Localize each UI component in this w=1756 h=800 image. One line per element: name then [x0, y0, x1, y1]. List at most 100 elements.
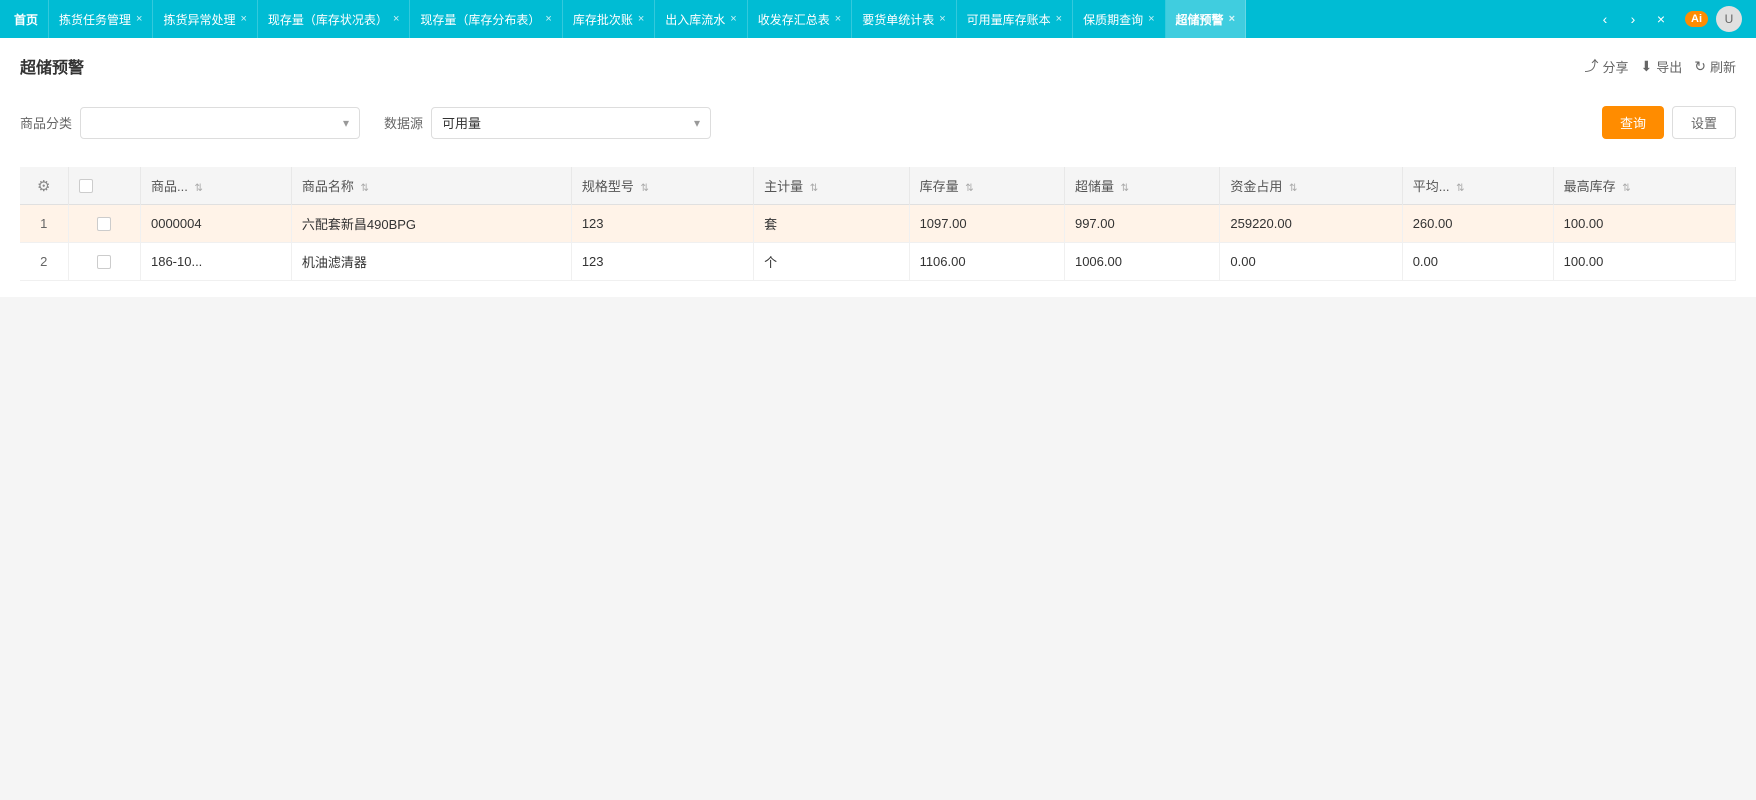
product-category-arrow-icon: ▾: [343, 116, 349, 130]
data-source-label: 数据源: [384, 113, 423, 132]
col-unit-label: 主计量: [764, 179, 803, 194]
col-product-name-label: 商品名称: [302, 179, 354, 194]
col-avg[interactable]: 平均... ⇅: [1402, 167, 1553, 205]
cell-overstock: 997.00: [1064, 205, 1219, 243]
col-product-code[interactable]: 商品... ⇅: [140, 167, 291, 205]
col-unit-sort-icon: ⇅: [810, 183, 818, 194]
col-max-stock[interactable]: 最高库存 ⇅: [1553, 167, 1735, 205]
nav-tab-pick-exception-label: 拣货异常处理: [163, 11, 235, 28]
nav-tab-shelf-life-label: 保质期查询: [1083, 11, 1143, 28]
nav-close-all-button[interactable]: ×: [1647, 0, 1675, 38]
nav-tab-home-label: 首页: [14, 11, 38, 28]
col-capital-usage[interactable]: 资金占用 ⇅: [1220, 167, 1402, 205]
cell-capital-usage: 259220.00: [1220, 205, 1402, 243]
table-row: 10000004六配套新昌490BPG123套1097.00997.002592…: [20, 205, 1736, 243]
query-button[interactable]: 查询: [1602, 106, 1664, 139]
share-label: 分享: [1602, 57, 1628, 76]
data-table: ⚙ 商品... ⇅ 商品名称 ⇅ 规格型号 ⇅ 主计量: [20, 167, 1736, 281]
col-spec-label: 规格型号: [582, 179, 634, 194]
col-spec-sort-icon: ⇅: [640, 183, 648, 194]
nav-tab-available-ledger[interactable]: 可用量库存账本 ×: [957, 0, 1073, 38]
product-category-filter: 商品分类 ▾: [20, 107, 360, 139]
product-category-label: 商品分类: [20, 113, 72, 132]
ai-badge[interactable]: Ai: [1685, 11, 1708, 27]
data-source-select[interactable]: 可用量 ▾: [431, 107, 711, 139]
share-icon: ⤴: [1584, 56, 1598, 76]
nav-tab-shelf-life[interactable]: 保质期查询 ×: [1073, 0, 1165, 38]
settings-gear-icon[interactable]: ⚙: [37, 178, 50, 195]
cell-unit: 个: [754, 243, 909, 281]
user-avatar[interactable]: U: [1716, 6, 1742, 32]
cell-unit: 套: [754, 205, 909, 243]
nav-tab-available-ledger-close[interactable]: ×: [1056, 13, 1062, 25]
nav-tab-inout-flow[interactable]: 出入库流水 ×: [655, 0, 747, 38]
cell-capital-usage: 0.00: [1220, 243, 1402, 281]
nav-tab-order-stats-close[interactable]: ×: [939, 13, 945, 25]
col-stock-sort-icon: ⇅: [965, 183, 973, 194]
table-body: 10000004六配套新昌490BPG123套1097.00997.002592…: [20, 205, 1736, 281]
share-action[interactable]: ⤴ 分享: [1584, 56, 1628, 76]
nav-scroll-right-button[interactable]: ›: [1619, 0, 1647, 38]
table-row: 2186-10...机油滤清器123个1106.001006.000.000.0…: [20, 243, 1736, 281]
nav-tab-inout-flow-close[interactable]: ×: [730, 13, 736, 25]
nav-tab-pick-task[interactable]: 拣货任务管理 ×: [49, 0, 153, 38]
settings-button[interactable]: 设置: [1672, 106, 1736, 139]
col-product-code-label: 商品...: [151, 179, 188, 194]
nav-tab-inventory-dist-close[interactable]: ×: [545, 13, 551, 25]
col-overstock-label: 超储量: [1075, 179, 1114, 194]
nav-tab-inventory-status[interactable]: 现存量（库存状况表） ×: [258, 0, 410, 38]
nav-tab-receive-summary[interactable]: 收发存汇总表 ×: [748, 0, 852, 38]
col-unit[interactable]: 主计量 ⇅: [754, 167, 909, 205]
nav-tab-overstock-warning-close[interactable]: ×: [1229, 13, 1235, 25]
nav-tab-pick-exception-close[interactable]: ×: [240, 13, 246, 25]
col-settings[interactable]: ⚙: [20, 167, 68, 205]
cell-row-num: 2: [20, 243, 68, 281]
cell-stock: 1106.00: [909, 243, 1064, 281]
nav-tab-receive-summary-label: 收发存汇总表: [758, 11, 830, 28]
data-source-value: 可用量: [442, 113, 481, 132]
col-checkbox: [68, 167, 140, 205]
row-0-checkbox[interactable]: [97, 217, 111, 231]
nav-tab-batch-account-close[interactable]: ×: [638, 13, 644, 25]
nav-tab-inventory-status-close[interactable]: ×: [393, 13, 399, 25]
cell-row-num: 1: [20, 205, 68, 243]
nav-tab-batch-account[interactable]: 库存批次账 ×: [563, 0, 655, 38]
cell-product-name: 机油滤清器: [291, 243, 571, 281]
cell-stock: 1097.00: [909, 205, 1064, 243]
page-content: 超储预警 ⤴ 分享 ⬇ 导出 ↻ 刷新 商品分类 ▾ 数据源: [0, 38, 1756, 297]
nav-scroll-left-button[interactable]: ‹: [1591, 0, 1619, 38]
col-overstock[interactable]: 超储量 ⇅: [1064, 167, 1219, 205]
col-product-code-sort-icon: ⇅: [194, 183, 202, 194]
cell-product-code: 186-10...: [140, 243, 291, 281]
col-spec[interactable]: 规格型号 ⇅: [571, 167, 753, 205]
nav-tab-inventory-dist[interactable]: 现存量（库存分布表） ×: [410, 0, 562, 38]
export-action[interactable]: ⬇ 导出: [1641, 57, 1683, 76]
col-stock[interactable]: 库存量 ⇅: [909, 167, 1064, 205]
col-product-name[interactable]: 商品名称 ⇅: [291, 167, 571, 205]
select-all-checkbox[interactable]: [79, 179, 93, 193]
row-1-checkbox[interactable]: [97, 255, 111, 269]
nav-tab-overstock-warning-label: 超储预警: [1176, 11, 1224, 28]
nav-tab-home[interactable]: 首页: [4, 0, 49, 38]
export-icon: ⬇: [1641, 58, 1653, 75]
cell-checkbox: [68, 243, 140, 281]
data-source-filter: 数据源 可用量 ▾: [384, 107, 711, 139]
nav-tab-order-stats-label: 要货单统计表: [862, 11, 934, 28]
nav-tab-available-ledger-label: 可用量库存账本: [967, 11, 1051, 28]
col-stock-label: 库存量: [920, 179, 959, 194]
nav-tab-pick-exception[interactable]: 拣货异常处理 ×: [153, 0, 257, 38]
cell-product-name: 六配套新昌490BPG: [291, 205, 571, 243]
col-product-name-sort-icon: ⇅: [361, 183, 369, 194]
product-category-select[interactable]: ▾: [80, 107, 360, 139]
nav-tab-order-stats[interactable]: 要货单统计表 ×: [852, 0, 956, 38]
user-area: Ai U: [1675, 0, 1752, 38]
refresh-action[interactable]: ↻ 刷新: [1694, 57, 1736, 76]
refresh-icon: ↻: [1694, 58, 1706, 75]
nav-tab-overstock-warning[interactable]: 超储预警 ×: [1166, 0, 1246, 38]
data-source-arrow-icon: ▾: [694, 116, 700, 130]
nav-tab-shelf-life-close[interactable]: ×: [1148, 13, 1154, 25]
col-avg-label: 平均...: [1413, 179, 1450, 194]
nav-tab-pick-task-close[interactable]: ×: [136, 13, 142, 25]
nav-tab-receive-summary-close[interactable]: ×: [835, 13, 841, 25]
top-bar-right: ‹ › × Ai U: [1591, 0, 1752, 38]
